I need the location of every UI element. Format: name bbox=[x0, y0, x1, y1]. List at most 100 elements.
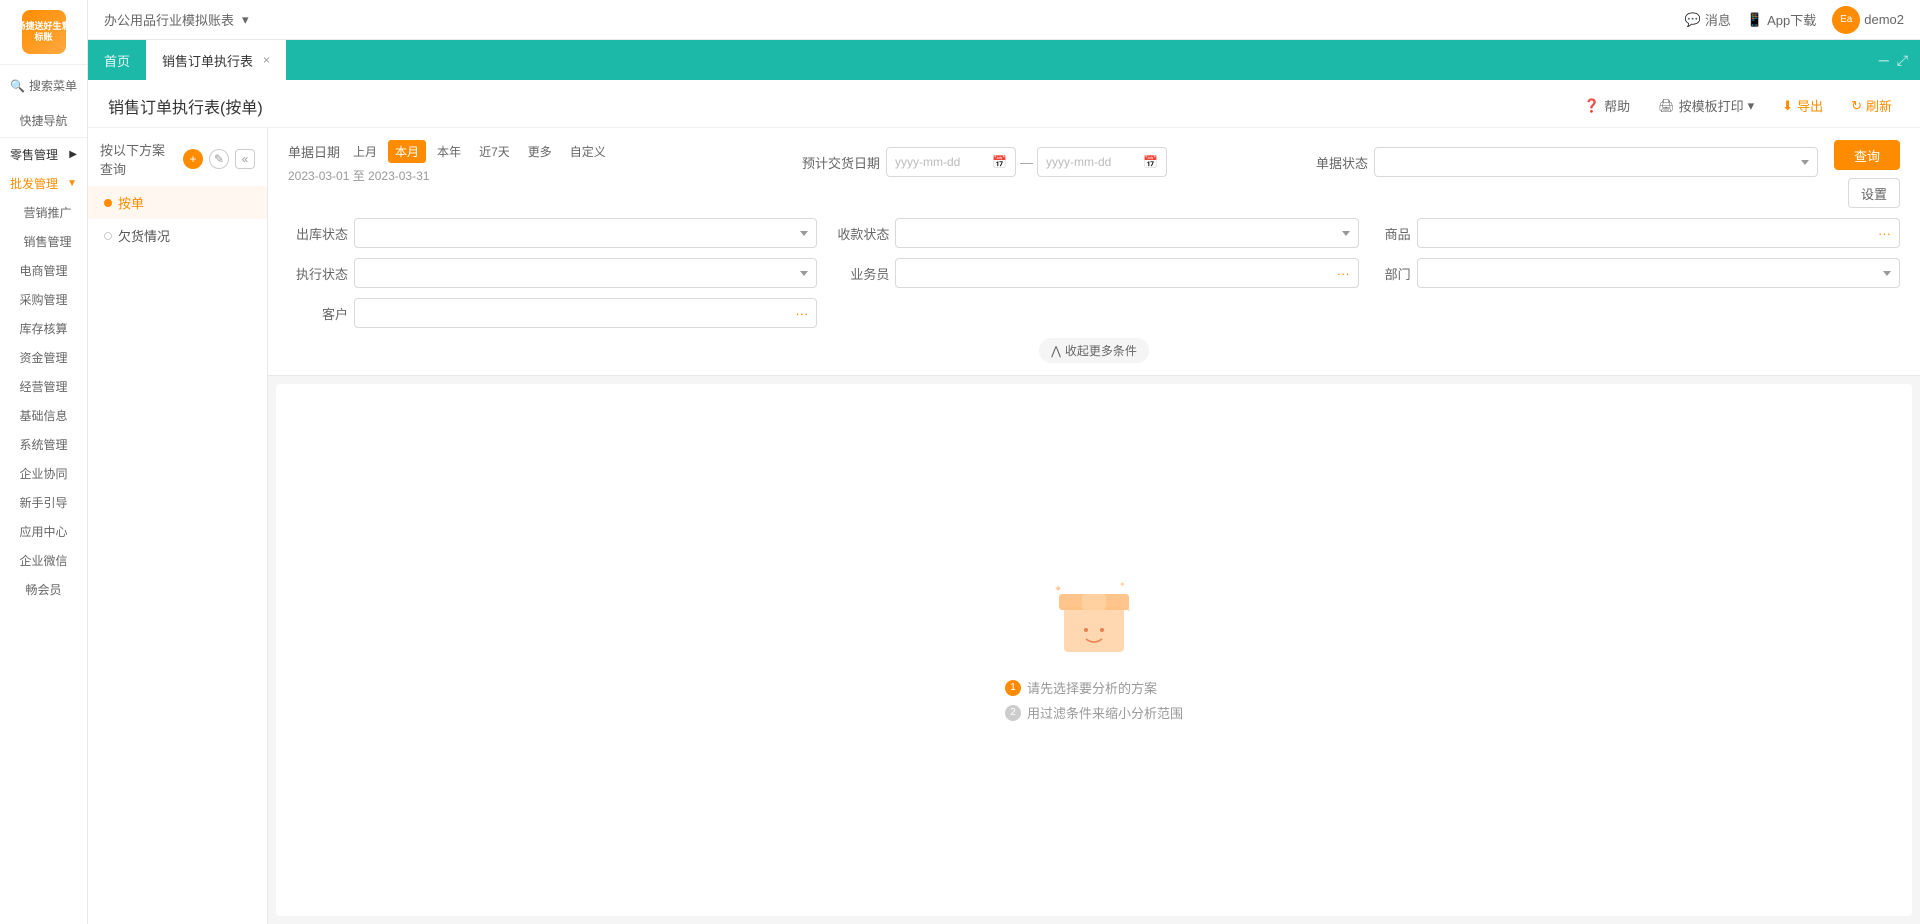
filter-section: 单据日期 上月 本月 本年 近7天 更多 自定义 2023 bbox=[268, 128, 1920, 376]
sidebar-item-inventory[interactable]: 库存核算 bbox=[0, 314, 87, 343]
out-stock-filter: 出库状态 bbox=[288, 218, 817, 248]
collection-status-select[interactable] bbox=[895, 218, 1358, 248]
sidebar-divider-1 bbox=[0, 137, 87, 138]
export-button[interactable]: ⬇ 导出 bbox=[1774, 92, 1831, 119]
collapse-up-icon: ⋀ bbox=[1051, 344, 1061, 358]
scheme-item-欠货情况[interactable]: 欠货情况 bbox=[88, 219, 267, 252]
sidebar-item-member[interactable]: 畅会员 bbox=[0, 575, 87, 604]
sidebar-item-quicknav[interactable]: 快捷导航 bbox=[0, 106, 87, 135]
collapse-filter-button[interactable]: ⋀ 收起更多条件 bbox=[1039, 338, 1149, 363]
template-print-button[interactable]: 🖨 按模板打印 ▾ bbox=[1650, 92, 1762, 119]
empty-hint-2: 2 用过滤条件来缩小分析范围 bbox=[1005, 703, 1183, 722]
salesperson-input[interactable]: ··· bbox=[895, 258, 1358, 288]
date-label-row: 单据日期 上月 本月 本年 近7天 更多 自定义 bbox=[288, 140, 790, 163]
svg-text:✦: ✦ bbox=[1054, 584, 1062, 595]
date-tab-7days[interactable]: 近7天 bbox=[472, 140, 517, 163]
left-panel-header: 按以下方案查询 + ✎ « bbox=[88, 140, 267, 186]
edit-scheme-button[interactable]: ✎ bbox=[209, 149, 229, 169]
tab-sales-order[interactable]: 销售订单执行表 × bbox=[146, 40, 286, 80]
breadcrumb-title: 办公用品行业模拟账表 bbox=[104, 10, 234, 29]
salesperson-filter: 业务员 ··· bbox=[829, 258, 1358, 288]
print-icon: 🖨 bbox=[1658, 98, 1675, 114]
sidebar-item-operation[interactable]: 经营管理 bbox=[0, 372, 87, 401]
search-icon: 🔍 bbox=[10, 79, 25, 93]
left-panel-title: 按以下方案查询 bbox=[100, 140, 177, 178]
goods-filter: 商品 ··· bbox=[1371, 218, 1900, 248]
doc-status-filter: 单据状态 bbox=[1316, 147, 1818, 177]
collapse-panel-button[interactable]: « bbox=[235, 149, 255, 169]
tab-home[interactable]: 首页 bbox=[88, 40, 146, 80]
breadcrumb-dropdown-icon[interactable]: ▾ bbox=[242, 12, 249, 28]
message-button[interactable]: 💬 消息 bbox=[1685, 10, 1731, 29]
sidebar-item-enterprise[interactable]: 企业协同 bbox=[0, 459, 87, 488]
search-menu-button[interactable]: 🔍 搜索菜单 bbox=[10, 73, 77, 98]
sidebar-item-ecom[interactable]: 电商管理 bbox=[0, 256, 87, 285]
tab-bar: 首页 销售订单执行表 × ─ ⤢ bbox=[88, 40, 1920, 80]
date-tab-this-month[interactable]: 本月 bbox=[388, 140, 426, 163]
exec-status-arrow bbox=[800, 271, 808, 276]
customer-input[interactable]: ··· bbox=[354, 298, 817, 328]
filter-row-4: 客户 ··· bbox=[288, 298, 1900, 328]
salesperson-more-icon[interactable]: ··· bbox=[1337, 266, 1350, 281]
department-select[interactable] bbox=[1417, 258, 1900, 288]
hint-number-1: 1 bbox=[1005, 680, 1021, 696]
salesperson-label: 业务员 bbox=[829, 264, 889, 283]
chevron-down-icon: ▼ bbox=[67, 178, 77, 189]
scheme-item-按单[interactable]: 按单 bbox=[88, 186, 267, 219]
app-logo[interactable]: 畅捷送好生意 标账 bbox=[0, 0, 87, 65]
page-actions: ❓ 帮助 🖨 按模板打印 ▾ ⬇ 导出 ↻ 刷新 bbox=[1576, 92, 1900, 119]
date-tab-this-year[interactable]: 本年 bbox=[430, 140, 468, 163]
chevron-icon: ▶ bbox=[69, 149, 77, 160]
refresh-button[interactable]: ↻ 刷新 bbox=[1843, 92, 1900, 119]
app-download-button[interactable]: 📱 App下载 bbox=[1747, 10, 1816, 29]
sidebar-item-finance[interactable]: 资金管理 bbox=[0, 343, 87, 372]
out-stock-arrow bbox=[800, 231, 808, 236]
collection-status-arrow bbox=[1342, 231, 1350, 236]
goods-more-icon[interactable]: ··· bbox=[1878, 226, 1891, 241]
logo-icon: 畅捷送好生意 标账 bbox=[22, 10, 66, 54]
sidebar-item-newbie[interactable]: 新手引导 bbox=[0, 488, 87, 517]
doc-status-select[interactable] bbox=[1374, 147, 1818, 177]
exec-status-select[interactable] bbox=[354, 258, 817, 288]
sidebar-item-sales[interactable]: 销售管理 bbox=[0, 227, 87, 256]
query-button[interactable]: 查询 bbox=[1834, 140, 1900, 170]
sidebar-item-apps[interactable]: 应用中心 bbox=[0, 517, 87, 546]
doc-status-label: 单据状态 bbox=[1316, 153, 1368, 172]
help-button[interactable]: ❓ 帮助 bbox=[1576, 92, 1638, 119]
add-scheme-button[interactable]: + bbox=[183, 149, 203, 169]
user-profile[interactable]: Ea demo2 bbox=[1832, 6, 1904, 34]
sidebar: 畅捷送好生意 标账 🔍 搜索菜单 快捷导航 零售管理 ▶ 批发管理 ▼ 营销推广… bbox=[0, 0, 88, 924]
customer-more-icon[interactable]: ··· bbox=[795, 306, 808, 321]
settings-button[interactable]: 设置 bbox=[1848, 178, 1900, 208]
expected-delivery-label: 预计交货日期 bbox=[802, 153, 880, 172]
top-bar-right: 💬 消息 📱 App下载 Ea demo2 bbox=[1685, 6, 1904, 34]
customer-filter: 客户 ··· bbox=[288, 298, 817, 328]
date-tab-last-month[interactable]: 上月 bbox=[346, 140, 384, 163]
delivery-date-end-input[interactable]: yyyy-mm-dd 📅 bbox=[1037, 147, 1167, 177]
date-tab-more[interactable]: 更多 bbox=[521, 140, 559, 163]
out-stock-select[interactable] bbox=[354, 218, 817, 248]
avatar: Ea bbox=[1832, 6, 1860, 34]
out-stock-label: 出库状态 bbox=[288, 224, 348, 243]
goods-input[interactable]: ··· bbox=[1417, 218, 1900, 248]
date-range-display: 2023-03-01 至 2023-03-31 bbox=[288, 167, 790, 184]
sidebar-item-wechat[interactable]: 企业微信 bbox=[0, 546, 87, 575]
sidebar-item-purchase[interactable]: 采购管理 bbox=[0, 285, 87, 314]
page-header: 销售订单执行表(按单) ❓ 帮助 🖨 按模板打印 ▾ ⬇ 导出 ↻ 刷新 bbox=[88, 80, 1920, 128]
department-label: 部门 bbox=[1371, 264, 1411, 283]
expand-icon[interactable]: ⤢ bbox=[1897, 52, 1908, 69]
sidebar-item-wholesale[interactable]: 批发管理 ▼ bbox=[0, 169, 87, 198]
sidebar-item-system[interactable]: 系统管理 bbox=[0, 430, 87, 459]
page-title: 销售订单执行表(按单) bbox=[108, 94, 263, 118]
sidebar-item-basic[interactable]: 基础信息 bbox=[0, 401, 87, 430]
minimize-icon[interactable]: ─ bbox=[1879, 52, 1889, 68]
expected-delivery-filter: 预计交货日期 yyyy-mm-dd 📅 — yyyy-mm-dd 📅 bbox=[802, 147, 1304, 177]
department-filter: 部门 bbox=[1371, 258, 1900, 288]
sidebar-item-marketing[interactable]: 营销推广 bbox=[0, 198, 87, 227]
department-arrow bbox=[1883, 271, 1891, 276]
date-tabs: 上月 本月 本年 近7天 更多 自定义 bbox=[346, 140, 613, 163]
date-tab-custom[interactable]: 自定义 bbox=[563, 140, 613, 163]
sidebar-item-retail[interactable]: 零售管理 ▶ bbox=[0, 140, 87, 169]
delivery-date-start-input[interactable]: yyyy-mm-dd 📅 bbox=[886, 147, 1016, 177]
tab-close-icon[interactable]: × bbox=[263, 53, 270, 67]
